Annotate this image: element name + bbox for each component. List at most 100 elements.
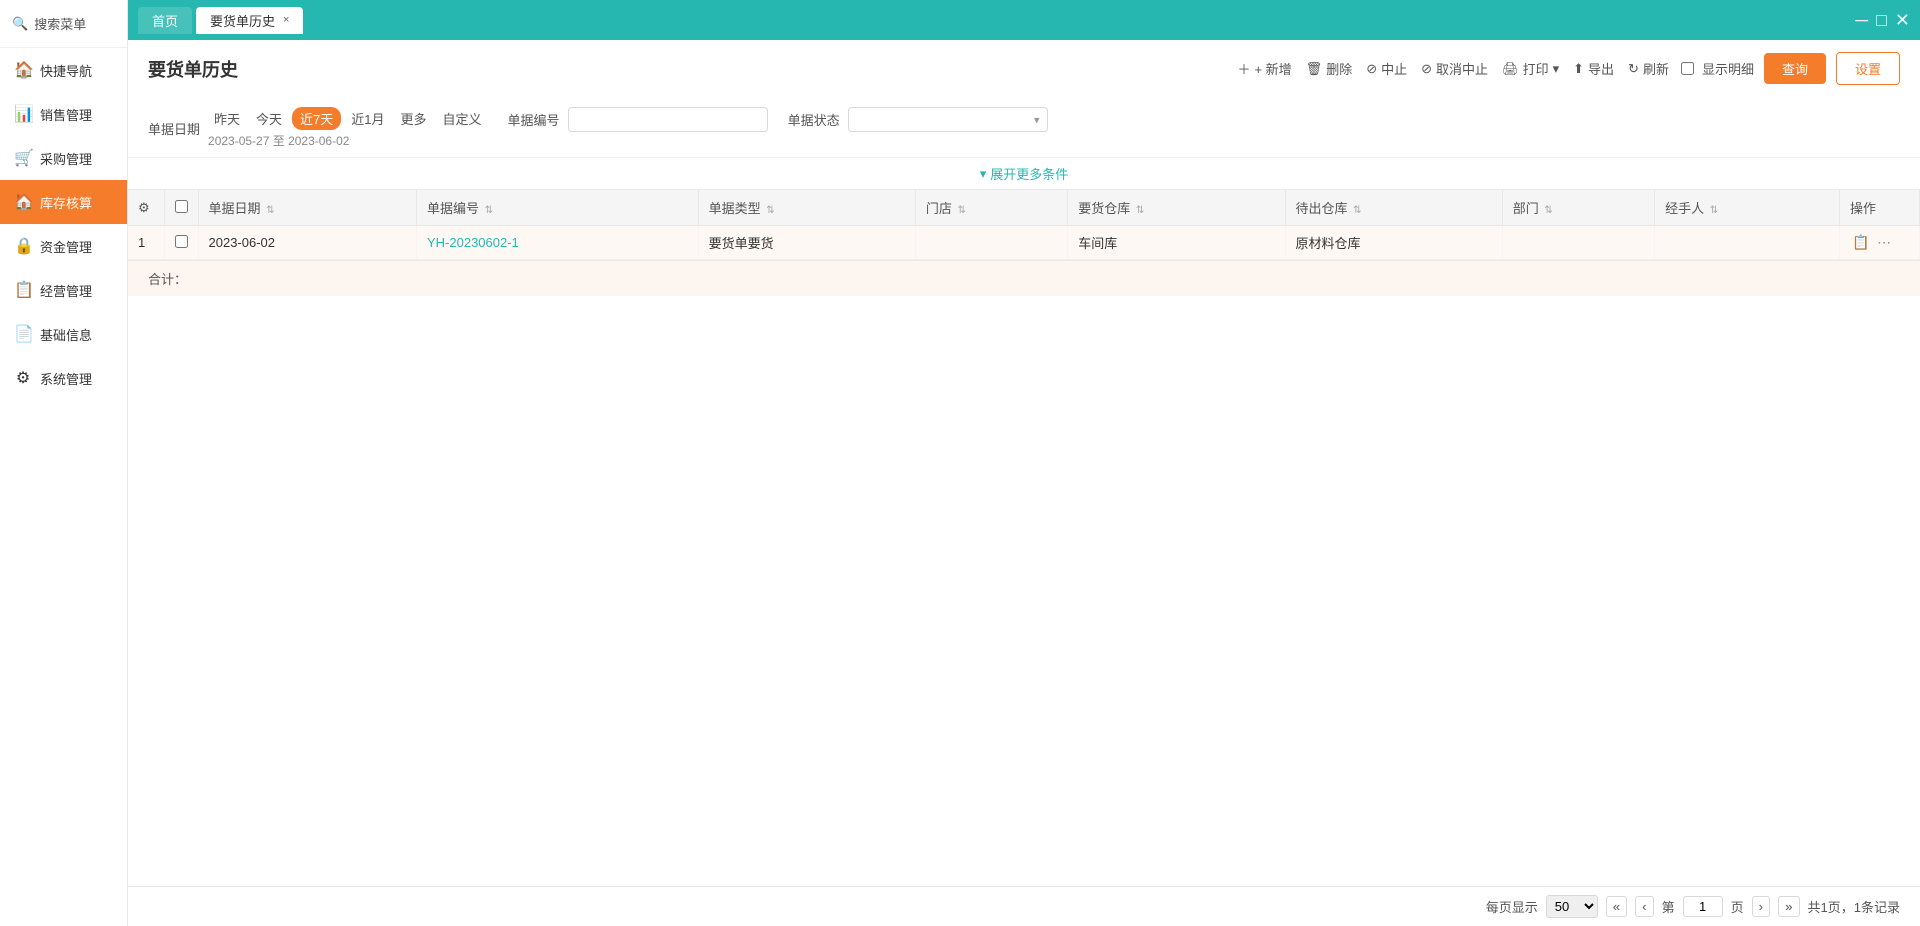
cell-ops: 📋 ⋯ [1840, 226, 1920, 260]
content-area: 要货单历史 ＋ + 新增 🗑 删除 ⊘ 中止 ⊘ [128, 40, 1920, 926]
sidebar-item-inventory[interactable]: 🏠 库存核算 [0, 180, 127, 224]
tab-yaohuodan[interactable]: 要货单历史× [196, 7, 303, 34]
date-yesterday[interactable]: 昨天 [208, 107, 246, 130]
cell-doc-no: YH-20230602-1 [416, 226, 698, 260]
basic-info-icon: 📄 [14, 324, 32, 344]
table-header-row: ⚙ 单据日期 ⇅ 单据编号 ⇅ 单据类型 ⇅ 门店 ⇅ 要货仓库 ⇅ 待出仓库 … [128, 190, 1920, 226]
doc-status-select-wrapper [848, 107, 1048, 132]
purchase-mgmt-icon: 🛒 [14, 148, 32, 168]
display-detail-toggle[interactable]: 显示明细 [1681, 59, 1754, 78]
settings-button[interactable]: 设置 [1836, 52, 1900, 85]
page-number-input[interactable] [1683, 896, 1723, 917]
sales-mgmt-icon: 📊 [14, 104, 32, 124]
expand-more-button[interactable]: ▾ 展开更多条件 [128, 157, 1920, 189]
cell-doc-type: 要货单要货 [698, 226, 915, 260]
date-filter-options: 昨天 今天 近7天 近1月 更多 自定义 2023-05-27 至 2023-0… [208, 107, 488, 149]
toolbar: ＋ + 新增 🗑 删除 ⊘ 中止 ⊘ 取消中止 [1235, 52, 1900, 85]
date-7days[interactable]: 近7天 [292, 107, 341, 130]
close-button[interactable]: ✕ [1895, 10, 1910, 31]
sidebar: 🔍 搜索菜单 🏠快捷导航📊销售管理 🛒 采购管理 🏠 库存核算 🔒资金管理📋经营管理 📄 基础… [0, 0, 128, 926]
date-more[interactable]: 更多 [395, 107, 433, 130]
th-store[interactable]: 门店 ⇅ [915, 190, 1067, 226]
th-pending-warehouse[interactable]: 待出仓库 ⇅ [1285, 190, 1502, 226]
sidebar-item-ops-mgmt[interactable]: 📋经营管理 [0, 268, 127, 312]
cancel-stop-icon: ⊘ [1421, 61, 1432, 77]
sidebar-item-basic-info[interactable]: 📄 基础信息 [0, 312, 127, 356]
total-label: 合计： [148, 272, 187, 287]
query-button[interactable]: 查询 [1764, 53, 1826, 84]
doc-no-link[interactable]: YH-20230602-1 [427, 235, 519, 250]
th-date[interactable]: 单据日期 ⇅ [198, 190, 416, 226]
th-handler[interactable]: 经手人 ⇅ [1655, 190, 1840, 226]
sidebar-item-purchase-mgmt[interactable]: 🛒 采购管理 [0, 136, 127, 180]
sidebar-item-sys-mgmt[interactable]: ⚙ 系统管理 [0, 356, 127, 400]
table-wrapper: ⚙ 单据日期 ⇅ 单据编号 ⇅ 单据类型 ⇅ 门店 ⇅ 要货仓库 ⇅ 待出仓库 … [128, 190, 1920, 886]
expand-icon: ▾ [980, 166, 987, 182]
inventory-icon: 🏠 [14, 192, 32, 212]
delete-icon: 🗑 [1306, 61, 1323, 77]
date-filter-label: 单据日期 [148, 119, 200, 138]
doc-status-select[interactable] [848, 107, 1048, 132]
cell-index: 1 [128, 226, 164, 260]
cell-dept [1502, 226, 1654, 260]
page-header: 要货单历史 ＋ + 新增 🗑 删除 ⊘ 中止 ⊘ [128, 40, 1920, 190]
date-quick-selects: 昨天 今天 近7天 近1月 更多 自定义 [208, 107, 488, 130]
sidebar-search[interactable]: 🔍 搜索菜单 [0, 0, 127, 48]
date-custom[interactable]: 自定义 [437, 107, 488, 130]
refresh-icon: ↻ [1628, 61, 1639, 77]
sidebar-item-quick-nav[interactable]: 🏠快捷导航 [0, 48, 127, 92]
doc-no-input[interactable] [568, 107, 768, 132]
sidebar-label-ops-mgmt: 经营管理 [40, 281, 92, 300]
edit-icon[interactable]: 📋 [1852, 234, 1869, 250]
cell-handler [1655, 226, 1840, 260]
maximize-button[interactable]: □ [1876, 10, 1887, 31]
refresh-button[interactable]: ↻ 刷新 [1626, 55, 1671, 82]
cell-req-warehouse: 车间库 [1068, 226, 1285, 260]
data-table: ⚙ 单据日期 ⇅ 单据编号 ⇅ 单据类型 ⇅ 门店 ⇅ 要货仓库 ⇅ 待出仓库 … [128, 190, 1920, 260]
search-icon: 🔍 [12, 16, 28, 32]
sidebar-label-quick-nav: 快捷导航 [40, 61, 92, 80]
th-req-warehouse[interactable]: 要货仓库 ⇅ [1068, 190, 1285, 226]
date-filter-group: 单据日期 昨天 今天 近7天 近1月 更多 自定义 2023-05-27 至 2… [148, 107, 488, 149]
cancel-stop-button[interactable]: ⊘ 取消中止 [1419, 55, 1490, 82]
th-dept[interactable]: 部门 ⇅ [1502, 190, 1654, 226]
cell-checkbox [164, 226, 198, 260]
stop-button[interactable]: ⊘ 中止 [1364, 55, 1409, 82]
export-button[interactable]: ⬆ 导出 [1571, 55, 1616, 82]
delete-button[interactable]: 🗑 删除 [1304, 55, 1355, 82]
next-page-button[interactable]: › [1752, 896, 1770, 917]
page-title-row: 要货单历史 ＋ + 新增 🗑 删除 ⊘ 中止 ⊘ [148, 52, 1900, 85]
display-detail-checkbox[interactable] [1681, 62, 1694, 75]
th-doc-type[interactable]: 单据类型 ⇅ [698, 190, 915, 226]
th-doc-no[interactable]: 单据编号 ⇅ [416, 190, 698, 226]
more-ops-icon[interactable]: ⋯ [1877, 234, 1891, 250]
select-all-checkbox[interactable] [175, 200, 188, 213]
stop-icon: ⊘ [1366, 61, 1377, 77]
new-button[interactable]: ＋ + 新增 [1235, 55, 1293, 82]
prev-page-button[interactable]: ‹ [1635, 896, 1653, 917]
th-settings[interactable]: ⚙ [128, 190, 164, 226]
tab-close-yaohuodan[interactable]: × [283, 14, 289, 26]
sidebar-label-sys-mgmt: 系统管理 [40, 369, 92, 388]
page-label: 第 [1662, 897, 1675, 916]
sidebar-label-basic-info: 基础信息 [40, 325, 92, 344]
doc-status-label: 单据状态 [788, 110, 840, 129]
sidebar-label-purchase-mgmt: 采购管理 [40, 149, 92, 168]
row-checkbox[interactable] [175, 235, 188, 248]
minimize-button[interactable]: ─ [1855, 10, 1868, 31]
cell-date: 2023-06-02 [198, 226, 416, 260]
window-controls: ─ □ ✕ [1855, 10, 1910, 31]
sidebar-label-inventory: 库存核算 [40, 193, 92, 212]
last-page-button[interactable]: » [1778, 896, 1799, 917]
date-today[interactable]: 今天 [250, 107, 288, 130]
pagination: 每页显示 50 20 100 200 « ‹ 第 页 › » 共1页，1条记录 [128, 886, 1920, 926]
sys-mgmt-icon: ⚙ [14, 368, 32, 388]
tab-home[interactable]: 首页 [138, 7, 192, 34]
first-page-button[interactable]: « [1606, 896, 1627, 917]
print-button[interactable]: 🖨 打印 ▾ [1500, 55, 1561, 82]
sidebar-item-sales-mgmt[interactable]: 📊销售管理 [0, 92, 127, 136]
date-1month[interactable]: 近1月 [345, 107, 390, 130]
sidebar-item-fund-mgmt[interactable]: 🔒资金管理 [0, 224, 127, 268]
print-dropdown-icon: ▾ [1553, 61, 1560, 77]
per-page-select[interactable]: 50 20 100 200 [1546, 895, 1598, 918]
